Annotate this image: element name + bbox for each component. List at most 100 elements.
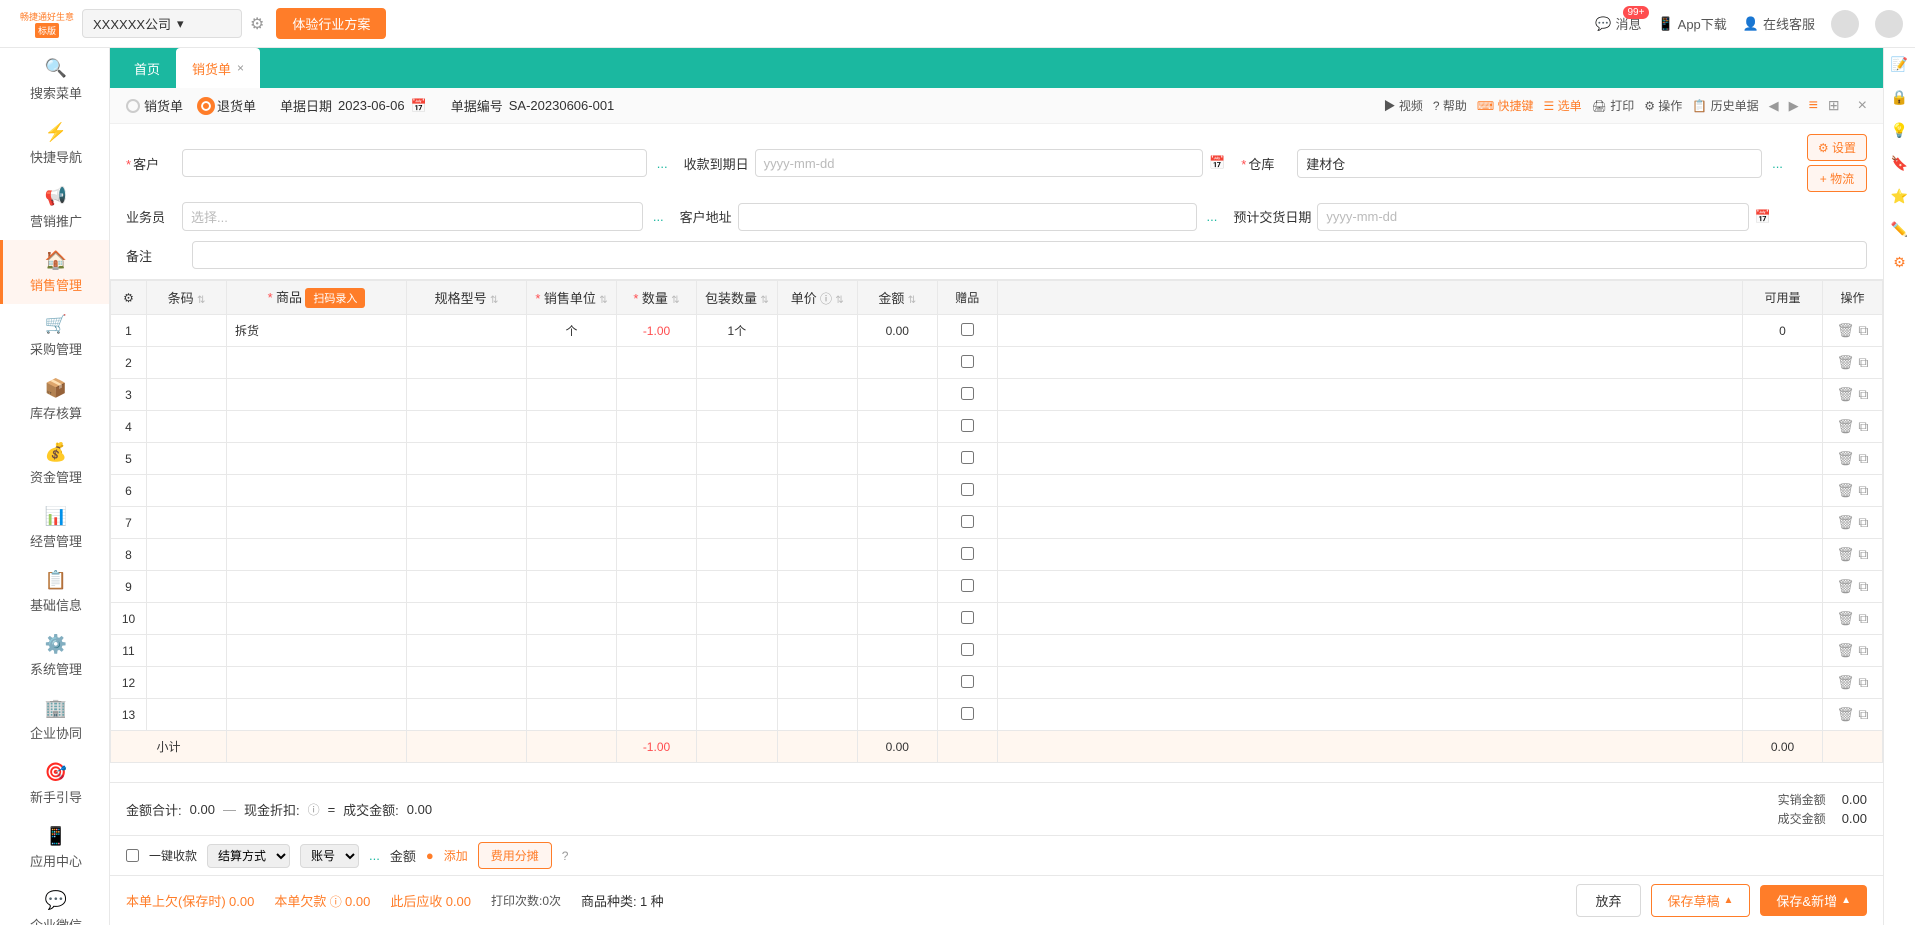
cell-qty-10[interactable]	[617, 635, 697, 667]
delete-btn-4[interactable]: 🗑	[1837, 450, 1855, 467]
cell-unit-3[interactable]	[527, 411, 617, 443]
add-button[interactable]: 添加	[444, 847, 468, 864]
cell-product-3[interactable]	[227, 411, 407, 443]
cell-qty-9[interactable]	[617, 603, 697, 635]
delete-btn-9[interactable]: 🗑	[1837, 610, 1855, 627]
cell-price-4[interactable]	[777, 443, 857, 475]
copy-btn-12[interactable]: ⧉	[1858, 706, 1868, 723]
payment-date-input[interactable]: yyyy-mm-dd	[755, 149, 1203, 177]
cell-price-5[interactable]	[777, 475, 857, 507]
cell-unit-5[interactable]	[527, 475, 617, 507]
copy-btn-0[interactable]: ⧉	[1858, 322, 1868, 339]
cell-qty-3[interactable]	[617, 411, 697, 443]
cell-amount-4[interactable]	[857, 443, 937, 475]
video-btn[interactable]: ▶ 视频	[1384, 97, 1423, 114]
cell-spec-3[interactable]	[407, 411, 527, 443]
cell-price-9[interactable]	[777, 603, 857, 635]
cell-qty-8[interactable]	[617, 571, 697, 603]
cell-spec-6[interactable]	[407, 507, 527, 539]
sort-qty-icon[interactable]: ⇅	[671, 295, 679, 306]
delete-btn-2[interactable]: 🗑	[1837, 386, 1855, 403]
cell-pack-10[interactable]	[697, 635, 778, 667]
cell-price-11[interactable]	[777, 667, 857, 699]
cell-barcode-6[interactable]	[147, 507, 227, 539]
delete-btn-11[interactable]: 🗑	[1837, 674, 1855, 691]
account-select[interactable]: 账号	[300, 844, 359, 868]
right-panel-bookmark-icon[interactable]: 🔖	[1891, 155, 1908, 172]
cell-barcode-10[interactable]	[147, 635, 227, 667]
settings-gear-button[interactable]: ⚙	[250, 14, 264, 34]
sort-amount-icon[interactable]: ⇅	[908, 295, 916, 306]
cell-price-3[interactable]	[777, 411, 857, 443]
scan-button[interactable]: 扫码录入	[305, 288, 365, 308]
radio-return-order[interactable]: 退货单	[199, 96, 256, 115]
cell-pack-3[interactable]	[697, 411, 778, 443]
sidebar-item-system[interactable]: ⚙️ 系统管理	[0, 624, 109, 688]
cell-spec-10[interactable]	[407, 635, 527, 667]
copy-btn-2[interactable]: ⧉	[1858, 386, 1868, 403]
cell-price-0[interactable]	[777, 315, 857, 347]
customer-addr-input[interactable]	[738, 203, 1197, 231]
cell-unit-7[interactable]	[527, 539, 617, 571]
cell-pack-2[interactable]	[697, 379, 778, 411]
delete-btn-0[interactable]: 🗑	[1837, 322, 1855, 339]
cell-spec-4[interactable]	[407, 443, 527, 475]
cell-unit-0[interactable]: 个	[527, 315, 617, 347]
cell-product-9[interactable]	[227, 603, 407, 635]
nav-next-icon[interactable]: ▶	[1789, 98, 1799, 114]
grid-view-icon[interactable]: ⊞	[1828, 97, 1840, 114]
operations-btn[interactable]: ⚙ 操作	[1644, 97, 1682, 114]
cell-unit-9[interactable]	[527, 603, 617, 635]
cell-price-2[interactable]	[777, 379, 857, 411]
radio-sales-order[interactable]: 销货单	[126, 96, 183, 115]
cell-gift-6[interactable]	[937, 507, 997, 539]
cell-barcode-0[interactable]	[147, 315, 227, 347]
cell-gift-4[interactable]	[937, 443, 997, 475]
cell-amount-2[interactable]	[857, 379, 937, 411]
cell-barcode-2[interactable]	[147, 379, 227, 411]
cell-qty-7[interactable]	[617, 539, 697, 571]
delete-btn-1[interactable]: 🗑	[1837, 354, 1855, 371]
cell-gift-12[interactable]	[937, 699, 997, 731]
cell-qty-6[interactable]	[617, 507, 697, 539]
cell-qty-11[interactable]	[617, 667, 697, 699]
cell-pack-1[interactable]	[697, 347, 778, 379]
cell-pack-0[interactable]: 1个	[697, 315, 778, 347]
price-info-icon[interactable]: ⓘ	[820, 292, 832, 306]
owe-info-icon[interactable]: ⓘ	[330, 895, 342, 909]
cell-price-6[interactable]	[777, 507, 857, 539]
save-new-button[interactable]: 保存&新增 ▲	[1760, 885, 1867, 916]
sort-price-icon[interactable]: ⇅	[835, 295, 843, 306]
copy-btn-6[interactable]: ⧉	[1858, 514, 1868, 531]
sidebar-item-marketing[interactable]: 📢 营销推广	[0, 176, 109, 240]
warehouse-input[interactable]: 建材仓	[1297, 149, 1762, 178]
delete-btn-3[interactable]: 🗑	[1837, 418, 1855, 435]
cell-pack-11[interactable]	[697, 667, 778, 699]
setting-button[interactable]: ⚙ 设置	[1807, 134, 1867, 161]
help-btn[interactable]: ? 帮助	[1433, 97, 1467, 114]
right-panel-orange-icon[interactable]: ⚙	[1893, 254, 1906, 271]
cell-barcode-4[interactable]	[147, 443, 227, 475]
list-view-icon[interactable]: ≡	[1809, 97, 1818, 115]
cell-price-1[interactable]	[777, 347, 857, 379]
nav-prev-icon[interactable]: ◀	[1769, 98, 1779, 114]
cell-unit-2[interactable]	[527, 379, 617, 411]
cell-qty-12[interactable]	[617, 699, 697, 731]
customer-input[interactable]	[182, 149, 647, 177]
cell-amount-11[interactable]	[857, 667, 937, 699]
cell-gift-2[interactable]	[937, 379, 997, 411]
cell-price-12[interactable]	[777, 699, 857, 731]
warehouse-dots[interactable]: ...	[1772, 156, 1783, 171]
fee-help-icon[interactable]: ?	[562, 849, 569, 863]
sort-unit-icon[interactable]: ⇅	[599, 295, 607, 306]
cell-pack-4[interactable]	[697, 443, 778, 475]
sidebar-item-enterprise[interactable]: 🏢 企业协同	[0, 688, 109, 752]
cell-product-10[interactable]	[227, 635, 407, 667]
cell-product-12[interactable]	[227, 699, 407, 731]
cell-amount-9[interactable]	[857, 603, 937, 635]
cell-qty-5[interactable]	[617, 475, 697, 507]
right-panel-bulb-icon[interactable]: 💡	[1891, 122, 1908, 139]
fee-split-button[interactable]: 费用分摊	[478, 842, 552, 869]
cell-product-5[interactable]	[227, 475, 407, 507]
copy-btn-5[interactable]: ⧉	[1858, 482, 1868, 499]
